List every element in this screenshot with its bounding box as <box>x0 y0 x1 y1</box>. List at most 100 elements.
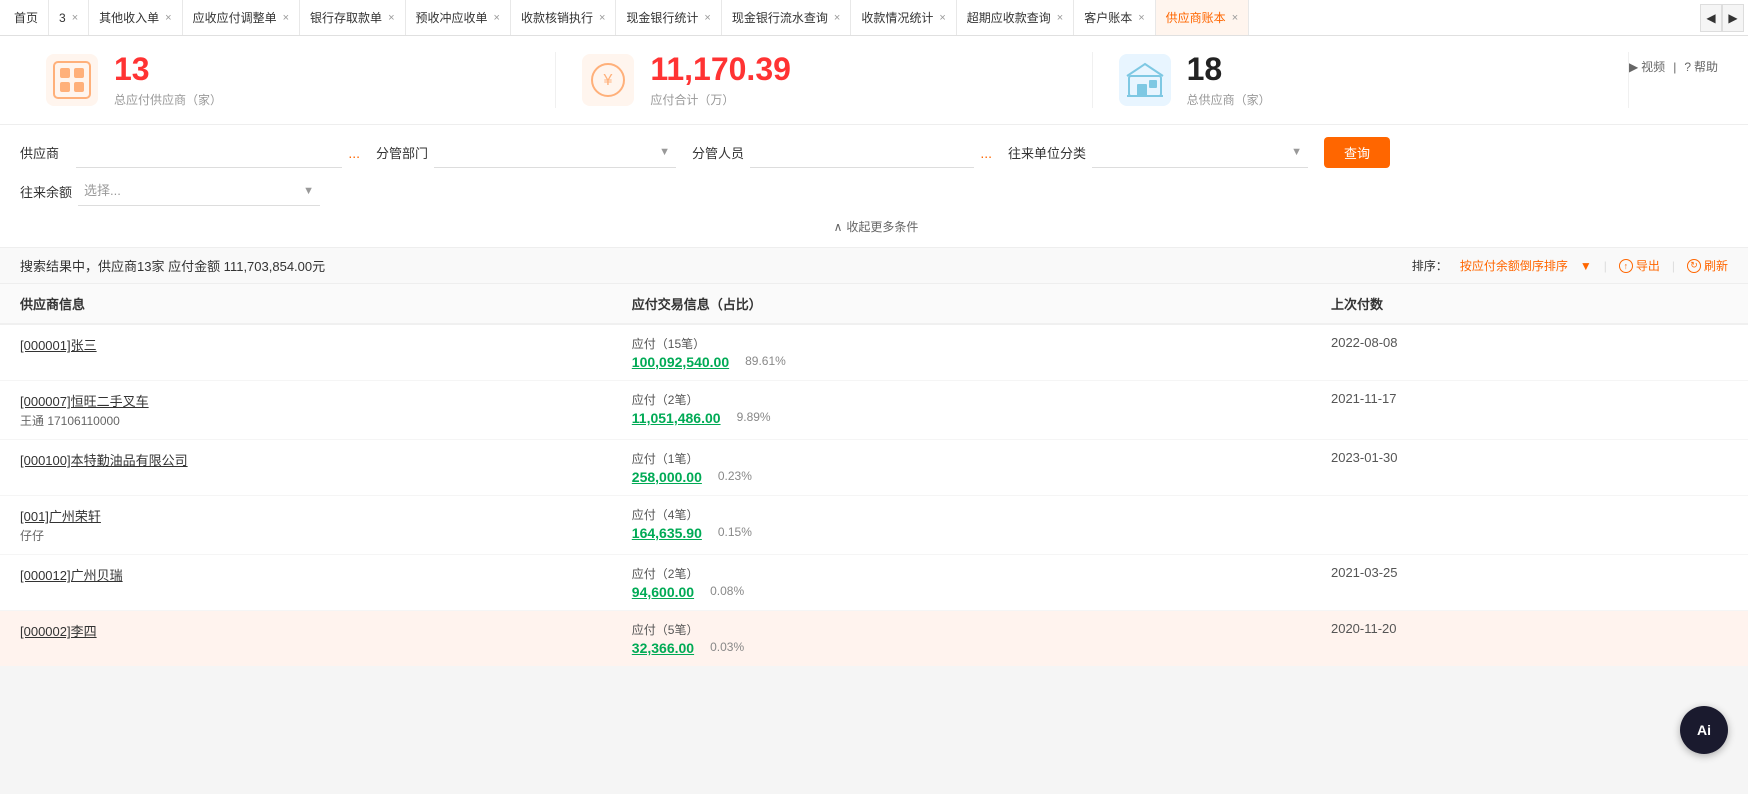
tx-cell-3: 应付（1笔） 258,000.00 0.23% <box>612 440 1311 496</box>
results-summary-text: 搜索结果中，供应商13家 应付金额 111,703,854.00元 <box>20 256 325 275</box>
summary-card-payable: ¥ 11,170.39 应付合计（万） <box>556 52 1092 108</box>
supplier-link-2[interactable]: [000007]恒旺二手叉车 <box>20 394 149 409</box>
divider1: | <box>1604 259 1607 273</box>
tx-amount-4[interactable]: 164,635.90 <box>632 525 702 541</box>
close-tab-bank-deposit[interactable]: × <box>388 12 394 24</box>
close-tab-other-income[interactable]: × <box>165 12 171 24</box>
tx-cell-2: 应付（2笔） 11,051,486.00 9.89% <box>612 381 1311 440</box>
close-tab-receipt-write-off[interactable]: × <box>599 12 605 24</box>
tx-amount-1[interactable]: 100,092,540.00 <box>632 354 729 370</box>
close-tab-receipt-stat[interactable]: × <box>939 12 945 24</box>
supplier-sub-4: 仔仔 <box>20 527 592 544</box>
video-icon: ▶ <box>1629 60 1638 74</box>
card-text-total-suppliers: 18 总供应商（家） <box>1187 52 1271 108</box>
nav-tab-3[interactable]: 3 × <box>49 0 89 36</box>
payable-icon: ¥ <box>580 52 636 108</box>
close-tab-ar-ap-adjust[interactable]: × <box>283 12 289 24</box>
balance-select[interactable]: 选择... <box>78 183 320 198</box>
query-button[interactable]: 查询 <box>1324 137 1390 168</box>
nav-tab-receipt-write-off[interactable]: 收款核销执行 × <box>511 0 616 36</box>
supplier-link-5[interactable]: [000012]广州贝瑞 <box>20 568 123 583</box>
supplier-link-1[interactable]: [000001]张三 <box>20 338 97 353</box>
nav-arrow-left[interactable]: ◀ <box>1700 4 1722 32</box>
supplier-link-4[interactable]: [001]广州荣轩 <box>20 509 101 524</box>
supplier-link-3[interactable]: [000100]本特勤油品有限公司 <box>20 453 188 468</box>
tx-count-6: 应付（5笔） <box>632 621 1291 638</box>
close-tab-supplier-ledger[interactable]: × <box>1232 12 1238 24</box>
nav-tab-customer-ledger[interactable]: 客户账本 × <box>1074 0 1155 36</box>
spacer-cell-2 <box>1661 381 1748 440</box>
card-text-payable: 11,170.39 应付合计（万） <box>650 52 791 108</box>
category-select-wrap[interactable]: ▼ <box>1092 138 1308 168</box>
help-link[interactable]: 帮助 <box>1694 58 1718 75</box>
close-tab-cash-flow-query[interactable]: × <box>834 12 840 24</box>
nav-arrow-right[interactable]: ▶ <box>1722 4 1744 32</box>
table-row: [000100]本特勤油品有限公司 应付（1笔） 258,000.00 0.23… <box>0 440 1748 496</box>
tx-amount-2[interactable]: 11,051,486.00 <box>632 410 721 426</box>
last-pay-cell-6: 2020-11-20 <box>1311 611 1661 667</box>
last-pay-date-3: 2023-01-30 <box>1331 450 1398 465</box>
close-tab-cash-bank-stat[interactable]: × <box>704 12 710 24</box>
filter-item-balance: 往来余额 选择... ▼ <box>20 176 320 206</box>
supplier-cell-2: [000007]恒旺二手叉车 王通 17106110000 <box>0 381 612 440</box>
filter-area: 供应商 ... 分管部门 ▼ 分管人员 ... 往来单位分类 ▼ 查询 <box>0 125 1748 248</box>
last-pay-date-5: 2021-03-25 <box>1331 565 1398 580</box>
video-link[interactable]: 视频 <box>1641 58 1665 75</box>
tx-amount-3[interactable]: 258,000.00 <box>632 469 702 485</box>
tx-amount-6[interactable]: 32,366.00 <box>632 640 694 656</box>
store-icon <box>1117 52 1173 108</box>
nav-tab-ar-ap-adjust[interactable]: 应收应付调整单 × <box>183 0 300 36</box>
sort-dropdown-icon[interactable]: ▼ <box>1580 259 1592 273</box>
dept-select-wrap[interactable]: ▼ <box>434 138 676 168</box>
person-input[interactable] <box>750 138 974 168</box>
category-select[interactable] <box>1092 145 1308 160</box>
supplier-filter-label: 供应商 <box>20 143 70 162</box>
supplier-input[interactable] <box>76 138 342 168</box>
tx-amount-5[interactable]: 94,600.00 <box>632 584 694 600</box>
table-row: [000002]李四 应付（5笔） 32,366.00 0.03% 2020-1… <box>0 611 1748 667</box>
tx-cell-6: 应付（5笔） 32,366.00 0.03% <box>612 611 1311 667</box>
nav-tab-supplier-ledger[interactable]: 供应商账本 × <box>1156 0 1249 36</box>
nav-tab-home[interactable]: 首页 <box>4 0 49 36</box>
table-container: 供应商信息 应付交易信息（占比） 上次付数 [000001]张三 应付（15笔）… <box>0 284 1748 667</box>
person-dots[interactable]: ... <box>980 145 992 161</box>
nav-tab-cash-bank-stat[interactable]: 现金银行统计 × <box>616 0 721 36</box>
right-actions: 排序： 按应付余额倒序排序 ▼ | ↑ 导出 | ↻ 刷新 <box>1412 257 1728 274</box>
collapse-button[interactable]: ∧ 收起更多条件 <box>20 214 1728 235</box>
sort-value[interactable]: 按应付余额倒序排序 <box>1460 257 1568 274</box>
close-tab-overdue-ar-query[interactable]: × <box>1057 12 1063 24</box>
sort-label: 排序： <box>1412 257 1448 274</box>
nav-tab-prepay-ar[interactable]: 预收冲应收单 × <box>406 0 511 36</box>
nav-tab-receipt-stat[interactable]: 收款情况统计 × <box>851 0 956 36</box>
person-filter-label: 分管人员 <box>692 143 744 162</box>
supplier-dots[interactable]: ... <box>348 145 360 161</box>
spacer-cell-6 <box>1661 611 1748 667</box>
top-right-links: ▶ 视频 | ? 帮助 <box>1629 52 1728 75</box>
ai-button[interactable]: Ai <box>1680 706 1728 754</box>
last-pay-date-2: 2021-11-17 <box>1331 391 1397 406</box>
supplier-cell-1: [000001]张三 <box>0 324 612 381</box>
tx-count-5: 应付（2笔） <box>632 565 1291 582</box>
nav-tab-cash-flow-query[interactable]: 现金银行流水查询 × <box>722 0 851 36</box>
nav-tab-bank-deposit[interactable]: 银行存取款单 × <box>300 0 405 36</box>
last-pay-cell-5: 2021-03-25 <box>1311 555 1661 611</box>
refresh-button[interactable]: ↻ 刷新 <box>1687 257 1728 274</box>
balance-select-wrap[interactable]: 选择... ▼ <box>78 176 320 206</box>
nav-tab-overdue-ar-query[interactable]: 超期应收款查询 × <box>957 0 1074 36</box>
close-tab-prepay-ar[interactable]: × <box>494 12 500 24</box>
table-header: 供应商信息 应付交易信息（占比） 上次付数 <box>0 284 1748 324</box>
supplier-cell-3: [000100]本特勤油品有限公司 <box>0 440 612 496</box>
spacer-cell-3 <box>1661 440 1748 496</box>
supplier-link-6[interactable]: [000002]李四 <box>20 624 97 639</box>
nav-tab-other-income[interactable]: 其他收入单 × <box>89 0 182 36</box>
dept-select[interactable] <box>434 145 676 160</box>
close-tab-3[interactable]: × <box>72 12 78 24</box>
close-tab-customer-ledger[interactable]: × <box>1138 12 1144 24</box>
supplier-cell-5: [000012]广州贝瑞 <box>0 555 612 611</box>
supplier-count-number: 13 <box>114 52 222 87</box>
collapse-icon: ∧ <box>834 220 843 234</box>
export-button[interactable]: ↑ 导出 <box>1619 257 1660 274</box>
last-pay-cell-2: 2021-11-17 <box>1311 381 1661 440</box>
total-supplier-label: 总供应商（家） <box>1187 91 1271 108</box>
th-supplier-info: 供应商信息 <box>0 284 612 324</box>
